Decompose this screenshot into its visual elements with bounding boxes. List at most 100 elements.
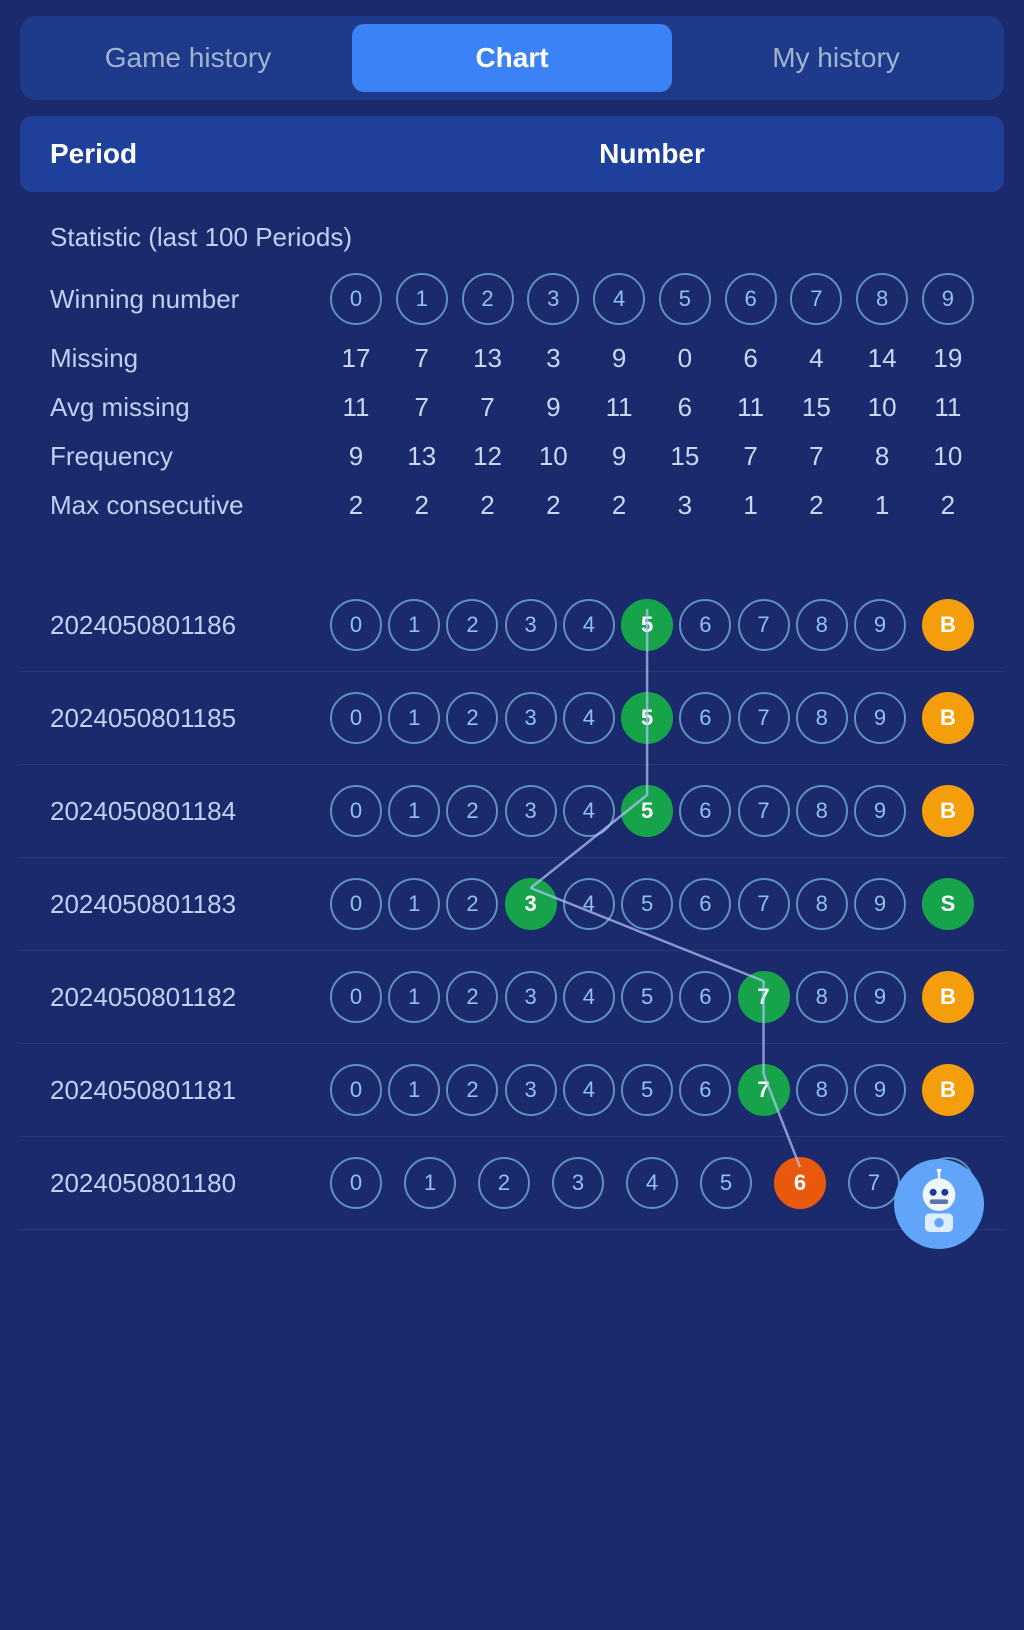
avg-missing-label: Avg missing	[50, 392, 330, 423]
circle-1186-3: 3	[505, 599, 557, 651]
game-row-1184: 2024050801184 0 1 2 3 4 5 6 7 8 9 B	[20, 765, 1004, 858]
win-circle-0: 0	[330, 273, 382, 325]
win-circle-6: 6	[725, 273, 777, 325]
badge-1184: B	[922, 785, 974, 837]
circle-1184-4: 4	[563, 785, 615, 837]
circle-1182-8: 8	[796, 971, 848, 1023]
badge-1181: B	[922, 1064, 974, 1116]
game-period-1184: 2024050801184	[50, 796, 330, 827]
circle-1182-0: 0	[330, 971, 382, 1023]
frequency-numbers: 9 13 12 10 9 15 7 7 8 10	[330, 441, 974, 472]
missing-3: 3	[527, 343, 579, 374]
frequency-row: Frequency 9 13 12 10 9 15 7 7 8 10	[50, 441, 974, 472]
circle-1184-8: 8	[796, 785, 848, 837]
win-circle-1: 1	[396, 273, 448, 325]
circle-1185-8: 8	[796, 692, 848, 744]
badge-1183: S	[922, 878, 974, 930]
missing-1: 7	[396, 343, 448, 374]
circle-1181-0: 0	[330, 1064, 382, 1116]
circle-1180-3: 3	[552, 1157, 604, 1209]
missing-2: 13	[462, 343, 514, 374]
circle-1182-3: 3	[505, 971, 557, 1023]
game-rows-wrapper: 2024050801186 0 1 2 3 4 5 6 7 8 9 B 2024…	[0, 579, 1024, 1230]
circle-1182-7: 7	[738, 971, 790, 1023]
circle-1183-9: 9	[854, 878, 906, 930]
max-consecutive-label: Max consecutive	[50, 490, 330, 521]
tab-my-history[interactable]: My history	[676, 24, 996, 92]
game-numbers-1185: 0 1 2 3 4 5 6 7 8 9	[330, 692, 906, 744]
circle-1182-4: 4	[563, 971, 615, 1023]
circle-1186-6: 6	[679, 599, 731, 651]
circle-1182-9: 9	[854, 971, 906, 1023]
circle-1183-7: 7	[738, 878, 790, 930]
badge-1182: B	[922, 971, 974, 1023]
missing-0: 17	[330, 343, 382, 374]
game-period-1181: 2024050801181	[50, 1075, 330, 1106]
circle-1181-6: 6	[679, 1064, 731, 1116]
circle-1180-6: 6	[774, 1157, 826, 1209]
game-row-1182: 2024050801182 0 1 2 3 4 5 6 7 8 9 B	[20, 951, 1004, 1044]
circle-1184-7: 7	[738, 785, 790, 837]
game-period-1185: 2024050801185	[50, 703, 330, 734]
circle-1185-4: 4	[563, 692, 615, 744]
missing-numbers: 17 7 13 3 9 0 6 4 14 19	[330, 343, 974, 374]
tab-game-history[interactable]: Game history	[28, 24, 348, 92]
circle-1182-2: 2	[446, 971, 498, 1023]
win-circle-2: 2	[462, 273, 514, 325]
circle-1184-1: 1	[388, 785, 440, 837]
win-circle-9: 9	[922, 273, 974, 325]
winning-circles: 0 1 2 3 4 5 6 7 8 9	[330, 273, 974, 325]
circle-1186-8: 8	[796, 599, 848, 651]
circle-1183-6: 6	[679, 878, 731, 930]
circle-1184-0: 0	[330, 785, 382, 837]
tab-chart[interactable]: Chart	[352, 24, 672, 92]
game-numbers-1181: 0 1 2 3 4 5 6 7 8 9	[330, 1064, 906, 1116]
game-numbers-1182: 0 1 2 3 4 5 6 7 8 9	[330, 971, 906, 1023]
circle-1181-1: 1	[388, 1064, 440, 1116]
number-header: Number	[330, 138, 974, 170]
circle-1181-3: 3	[505, 1064, 557, 1116]
circle-1183-2: 2	[446, 878, 498, 930]
win-circle-8: 8	[856, 273, 908, 325]
circle-1186-9: 9	[854, 599, 906, 651]
circle-1185-9: 9	[854, 692, 906, 744]
win-circle-5: 5	[659, 273, 711, 325]
circle-1183-0: 0	[330, 878, 382, 930]
circle-1181-7: 7	[738, 1064, 790, 1116]
circle-1184-2: 2	[446, 785, 498, 837]
stats-title: Statistic (last 100 Periods)	[50, 222, 974, 253]
frequency-label: Frequency	[50, 441, 330, 472]
circle-1184-6: 6	[679, 785, 731, 837]
game-row-1181: 2024050801181 0 1 2 3 4 5 6 7 8 9 B	[20, 1044, 1004, 1137]
win-circle-3: 3	[527, 273, 579, 325]
circle-1184-3: 3	[505, 785, 557, 837]
stats-section: Statistic (last 100 Periods) Winning num…	[20, 202, 1004, 559]
circle-1180-5: 5	[700, 1157, 752, 1209]
circle-1182-1: 1	[388, 971, 440, 1023]
circle-1186-5: 5	[621, 599, 673, 651]
circle-1185-6: 6	[679, 692, 731, 744]
avg-missing-row: Avg missing 11 7 7 9 11 6 11 15 10 11	[50, 392, 974, 423]
circle-1186-0: 0	[330, 599, 382, 651]
circle-1183-8: 8	[796, 878, 848, 930]
circle-1186-2: 2	[446, 599, 498, 651]
circle-1180-0: 0	[330, 1157, 382, 1209]
game-numbers-1183: 0 1 2 3 4 5 6 7 8 9	[330, 878, 906, 930]
win-circle-7: 7	[790, 273, 842, 325]
circle-1185-5: 5	[621, 692, 673, 744]
game-row-1185: 2024050801185 0 1 2 3 4 5 6 7 8 9 B	[20, 672, 1004, 765]
circle-1181-8: 8	[796, 1064, 848, 1116]
game-numbers-1180: 0 1 2 3 4 5 6 7 8	[330, 1157, 974, 1209]
game-numbers-1184: 0 1 2 3 4 5 6 7 8 9	[330, 785, 906, 837]
missing-row: Missing 17 7 13 3 9 0 6 4 14 19	[50, 343, 974, 374]
missing-7: 4	[790, 343, 842, 374]
missing-label: Missing	[50, 343, 330, 374]
period-header: Period	[50, 138, 330, 170]
circle-1184-5: 5	[621, 785, 673, 837]
circle-1181-5: 5	[621, 1064, 673, 1116]
game-row-1183: 2024050801183 0 1 2 3 4 5 6 7 8 9 S	[20, 858, 1004, 951]
circle-1181-2: 2	[446, 1064, 498, 1116]
badge-1185: B	[922, 692, 974, 744]
circle-1180-4: 4	[626, 1157, 678, 1209]
circle-1186-1: 1	[388, 599, 440, 651]
